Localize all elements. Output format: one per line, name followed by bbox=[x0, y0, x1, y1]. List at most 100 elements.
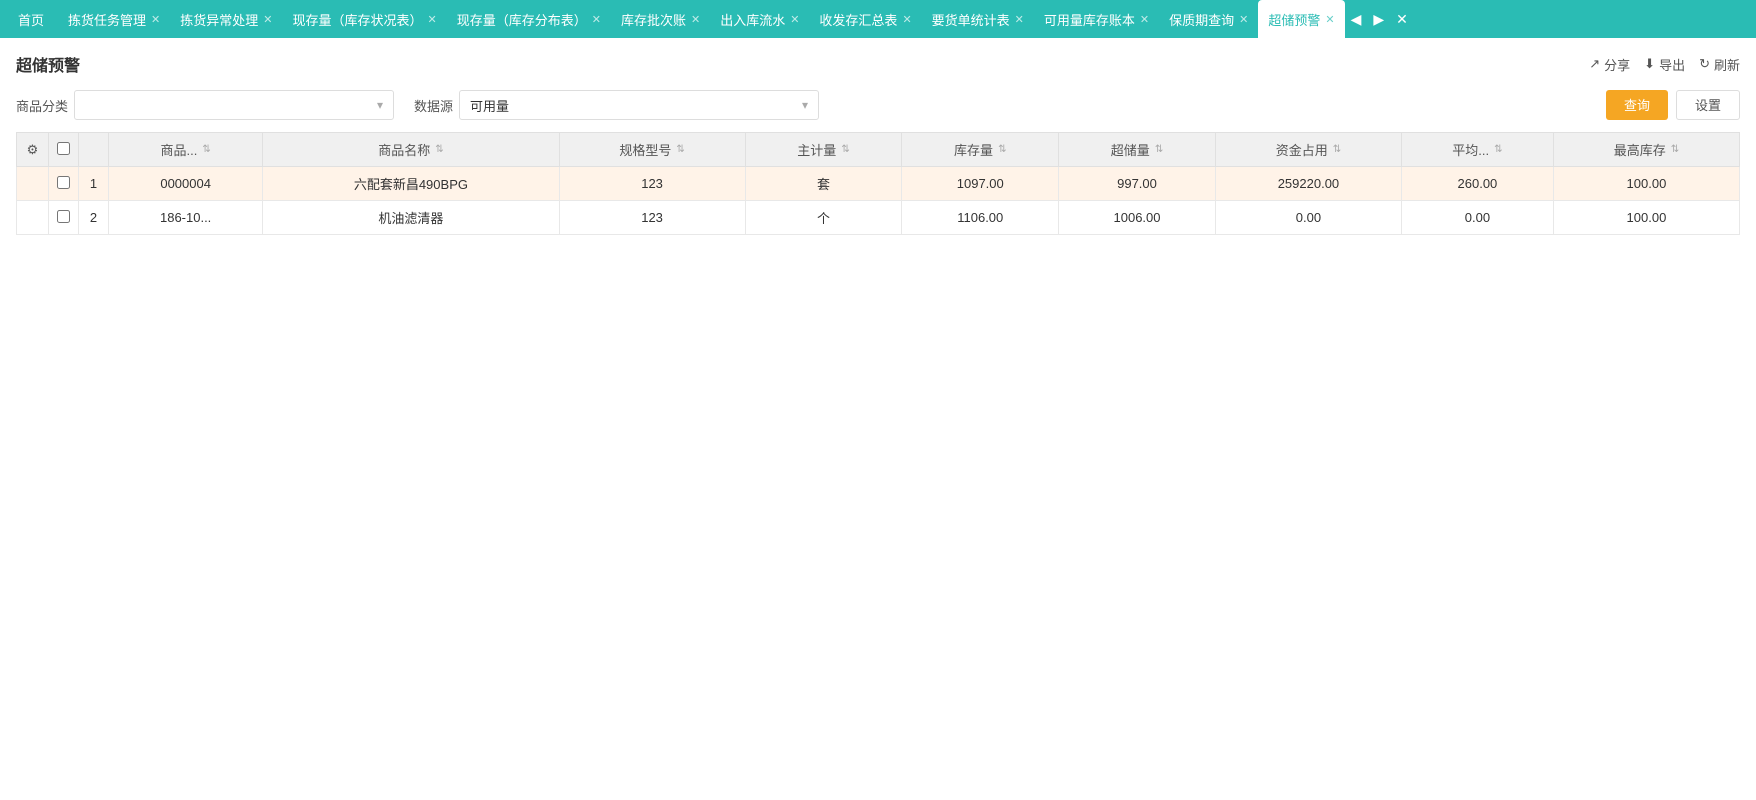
close-tab-6-icon[interactable]: ✕ bbox=[902, 13, 911, 26]
close-tab-10-icon[interactable]: ✕ bbox=[1325, 13, 1334, 26]
row-num: 2 bbox=[79, 201, 109, 235]
tab-chaochuyujing[interactable]: 超储预警 ✕ bbox=[1258, 0, 1344, 38]
th-product-name[interactable]: 商品名称 ⇅ bbox=[263, 133, 559, 167]
header-actions: ↗ 分享 ⬇ 导出 ↻ 刷新 bbox=[1589, 55, 1740, 74]
nav-close-icon[interactable]: ✕ bbox=[1390, 11, 1414, 28]
row-max-stock: 100.00 bbox=[1553, 201, 1739, 235]
data-source-label: 数据源 bbox=[414, 96, 453, 115]
filter-actions: 查询 设置 bbox=[1606, 90, 1740, 120]
th-spec-label: 规格型号 bbox=[619, 140, 671, 159]
row-spec: 123 bbox=[559, 201, 745, 235]
row-spec: 123 bbox=[559, 167, 745, 201]
sort-icon-avg: ⇅ bbox=[1494, 144, 1502, 155]
row-checkbox-cell bbox=[49, 201, 79, 235]
table-row: 1 0000004 六配套新昌490BPG 123 套 1097.00 997.… bbox=[17, 167, 1740, 201]
tab-keyongliang-zhangben[interactable]: 可用量库存账本 ✕ bbox=[1034, 0, 1159, 38]
row-unit: 个 bbox=[745, 201, 902, 235]
th-capital[interactable]: 资金占用 ⇅ bbox=[1215, 133, 1401, 167]
filter-row: 商品分类 ▾ 数据源 可用量 ▾ 查询 设置 bbox=[16, 90, 1740, 120]
share-icon: ↗ bbox=[1589, 56, 1600, 72]
row-stock: 1097.00 bbox=[902, 167, 1059, 201]
data-source-group: 数据源 可用量 ▾ bbox=[414, 90, 819, 120]
select-all-checkbox[interactable] bbox=[57, 142, 70, 155]
tab-jianghuo-yichang[interactable]: 拣货异常处理 ✕ bbox=[170, 0, 282, 38]
close-tab-2-icon[interactable]: ✕ bbox=[428, 13, 437, 26]
sort-icon-max-stock: ⇅ bbox=[1671, 144, 1679, 155]
query-button[interactable]: 查询 bbox=[1606, 90, 1668, 120]
tab-yaohuo-tongji[interactable]: 要货单统计表 ✕ bbox=[922, 0, 1034, 38]
th-overstock[interactable]: 超储量 ⇅ bbox=[1059, 133, 1216, 167]
th-settings[interactable]: ⚙ bbox=[17, 133, 49, 167]
close-tab-8-icon[interactable]: ✕ bbox=[1140, 13, 1149, 26]
home-tab[interactable]: 首页 bbox=[4, 10, 58, 29]
sort-icon-capital: ⇅ bbox=[1333, 144, 1341, 155]
nav-left-icon[interactable]: ◀ bbox=[1345, 11, 1368, 28]
export-button[interactable]: ⬇ 导出 bbox=[1644, 55, 1685, 74]
page-content: 超储预警 ↗ 分享 ⬇ 导出 ↻ 刷新 商品分类 ▾ 数据源 bbox=[0, 38, 1756, 800]
tab-jianghuo-renwu[interactable]: 拣货任务管理 ✕ bbox=[58, 0, 170, 38]
row-capital: 259220.00 bbox=[1215, 167, 1401, 201]
table-header-row: ⚙ 商品... ⇅ 商品名称 ⇅ bbox=[17, 133, 1740, 167]
close-tab-9-icon[interactable]: ✕ bbox=[1239, 13, 1248, 26]
th-product-code[interactable]: 商品... ⇅ bbox=[109, 133, 263, 167]
th-spec[interactable]: 规格型号 ⇅ bbox=[559, 133, 745, 167]
sort-icon-spec: ⇅ bbox=[676, 144, 684, 155]
th-stock-label: 库存量 bbox=[954, 140, 993, 159]
th-unit-label: 主计量 bbox=[797, 140, 836, 159]
row-product-code: 0000004 bbox=[109, 167, 263, 201]
data-source-select[interactable]: 可用量 ▾ bbox=[459, 90, 819, 120]
close-tab-7-icon[interactable]: ✕ bbox=[1015, 13, 1024, 26]
refresh-button[interactable]: ↻ 刷新 bbox=[1699, 55, 1740, 74]
close-tab-3-icon[interactable]: ✕ bbox=[592, 13, 601, 26]
row-product-name: 机油滤清器 bbox=[263, 201, 559, 235]
share-label: 分享 bbox=[1604, 55, 1630, 74]
row-num: 1 bbox=[79, 167, 109, 201]
th-stock[interactable]: 库存量 ⇅ bbox=[902, 133, 1059, 167]
sort-icon-overstock: ⇅ bbox=[1155, 144, 1163, 155]
row-checkbox-cell bbox=[49, 167, 79, 201]
row-capital: 0.00 bbox=[1215, 201, 1401, 235]
tab-xiancunliang-fenbiao[interactable]: 现存量（库存分布表） ✕ bbox=[447, 0, 611, 38]
sort-icon-product-name: ⇅ bbox=[435, 144, 443, 155]
close-tab-0-icon[interactable]: ✕ bbox=[151, 13, 160, 26]
row-checkbox-0[interactable] bbox=[57, 176, 70, 189]
refresh-icon: ↻ bbox=[1699, 56, 1710, 72]
th-product-code-label: 商品... bbox=[161, 140, 198, 159]
close-tab-4-icon[interactable]: ✕ bbox=[691, 13, 700, 26]
tab-xiancunliang-zhuangkuang[interactable]: 现存量（库存状况表） ✕ bbox=[282, 0, 446, 38]
nav-right-icon[interactable]: ▶ bbox=[1367, 11, 1390, 28]
th-checkbox bbox=[49, 133, 79, 167]
export-label: 导出 bbox=[1659, 55, 1685, 74]
tab-shofacun-huizong[interactable]: 收发存汇总表 ✕ bbox=[809, 0, 921, 38]
th-capital-label: 资金占用 bbox=[1276, 140, 1328, 159]
chevron-down-icon-2: ▾ bbox=[802, 98, 808, 112]
row-avg: 260.00 bbox=[1401, 167, 1553, 201]
th-max-stock[interactable]: 最高库存 ⇅ bbox=[1553, 133, 1739, 167]
gear-icon: ⚙ bbox=[27, 142, 39, 157]
sort-icon-stock: ⇅ bbox=[998, 144, 1006, 155]
close-tab-1-icon[interactable]: ✕ bbox=[263, 13, 272, 26]
row-settings-cell bbox=[17, 201, 49, 235]
topbar: 首页 拣货任务管理 ✕ 拣货异常处理 ✕ 现存量（库存状况表） ✕ 现存量（库存… bbox=[0, 0, 1756, 38]
row-product-name: 六配套新昌490BPG bbox=[263, 167, 559, 201]
row-overstock: 1006.00 bbox=[1059, 201, 1216, 235]
close-tab-5-icon[interactable]: ✕ bbox=[790, 13, 799, 26]
refresh-label: 刷新 bbox=[1714, 55, 1740, 74]
settings-button[interactable]: 设置 bbox=[1676, 90, 1740, 120]
share-button[interactable]: ↗ 分享 bbox=[1589, 55, 1630, 74]
data-table: ⚙ 商品... ⇅ 商品名称 ⇅ bbox=[16, 132, 1740, 235]
tab-kucun-pici[interactable]: 库存批次账 ✕ bbox=[611, 0, 710, 38]
row-avg: 0.00 bbox=[1401, 201, 1553, 235]
row-overstock: 997.00 bbox=[1059, 167, 1216, 201]
tab-churu-liushui[interactable]: 出入库流水 ✕ bbox=[710, 0, 809, 38]
sort-icon-product-code: ⇅ bbox=[202, 144, 210, 155]
tab-baozhi-chaxun[interactable]: 保质期查询 ✕ bbox=[1159, 0, 1258, 38]
row-checkbox-1[interactable] bbox=[57, 210, 70, 223]
th-overstock-label: 超储量 bbox=[1111, 140, 1150, 159]
product-category-label: 商品分类 bbox=[16, 96, 68, 115]
page-header: 超储预警 ↗ 分享 ⬇ 导出 ↻ 刷新 bbox=[16, 52, 1740, 76]
th-avg[interactable]: 平均... ⇅ bbox=[1401, 133, 1553, 167]
th-avg-label: 平均... bbox=[1452, 140, 1489, 159]
th-unit[interactable]: 主计量 ⇅ bbox=[745, 133, 902, 167]
product-category-select[interactable]: ▾ bbox=[74, 90, 394, 120]
